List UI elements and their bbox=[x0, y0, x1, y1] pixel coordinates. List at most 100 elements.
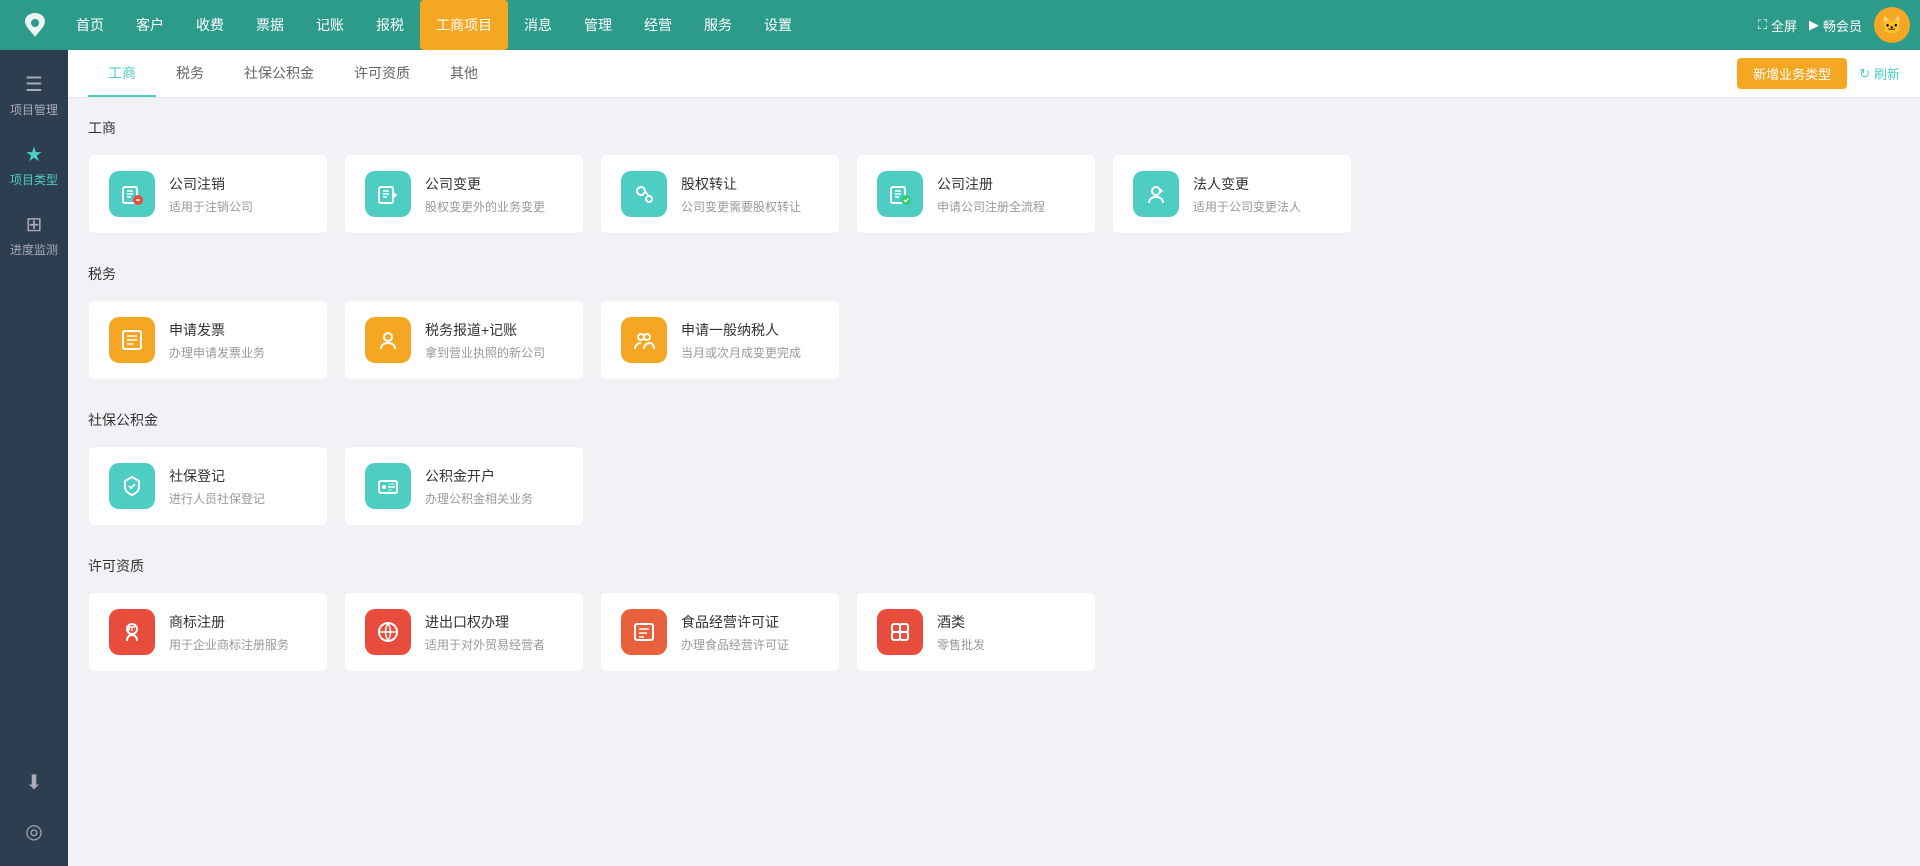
card-icon-equity-transfer bbox=[621, 171, 667, 217]
card-text-tax-report: 税务报道+记账 拿到营业执照的新公司 bbox=[425, 320, 545, 361]
section-title-gongshang: 工商 bbox=[88, 118, 1900, 138]
fullscreen-button[interactable]: ⛶ 全屏 bbox=[1758, 16, 1797, 35]
main-layout: ☰ 项目管理 ★ 项目类型 ⊞ 进度监测 ⬇ ◎ 工商 税务 社保公积金 bbox=[0, 50, 1920, 866]
card-taxpayer[interactable]: 申请一般纳税人 当月或次月成变更完成 bbox=[600, 300, 840, 380]
section-shebao: 社保公积金 社保登记 进行人员社保登记 bbox=[88, 410, 1900, 526]
section-gongshang: 工商 公司注销 适用于注销公 bbox=[88, 118, 1900, 234]
refresh-button[interactable]: ↻ 刷新 bbox=[1859, 64, 1900, 83]
card-icon-invoice bbox=[109, 317, 155, 363]
tab-zizhi[interactable]: 许可资质 bbox=[334, 50, 430, 97]
section-title-zizhi: 许可资质 bbox=[88, 556, 1900, 576]
card-title-social-insurance: 社保登记 bbox=[169, 466, 265, 486]
card-icon-trademark bbox=[109, 609, 155, 655]
card-food-license[interactable]: 食品经营许可证 办理食品经营许可证 bbox=[600, 592, 840, 672]
nav-service[interactable]: 服务 bbox=[688, 0, 748, 50]
card-title-legal-change: 法人变更 bbox=[1193, 174, 1301, 194]
nav-fee[interactable]: 收费 bbox=[180, 0, 240, 50]
card-equity-transfer[interactable]: 股权转让 公司变更需要股权转让 bbox=[600, 154, 840, 234]
sidebar-bottom: ⬇ ◎ bbox=[0, 758, 68, 866]
top-right: ⛶ 全屏 ▶ 畅会员 🐱 bbox=[1758, 7, 1910, 43]
card-desc-company-cancel: 适用于注销公司 bbox=[169, 198, 253, 215]
card-social-insurance[interactable]: 社保登记 进行人员社保登记 bbox=[88, 446, 328, 526]
tab-shebao[interactable]: 社保公积金 bbox=[224, 50, 334, 97]
mascot-icon: 🐱 bbox=[1881, 15, 1903, 36]
card-title-housing-fund: 公积金开户 bbox=[425, 466, 533, 486]
card-icon-import-export bbox=[365, 609, 411, 655]
card-desc-liquor: 零售批发 bbox=[937, 636, 985, 653]
card-desc-invoice: 办理申请发票业务 bbox=[169, 344, 265, 361]
card-title-company-cancel: 公司注销 bbox=[169, 174, 253, 194]
card-title-equity-transfer: 股权转让 bbox=[681, 174, 801, 194]
nav-customer[interactable]: 客户 bbox=[120, 0, 180, 50]
tab-actions: 新增业务类型 ↻ 刷新 bbox=[1737, 58, 1900, 89]
section-shuiwu: 税务 申请发票 办理申请发票业务 bbox=[88, 264, 1900, 380]
card-icon-company-change bbox=[365, 171, 411, 217]
card-text-company-change: 公司变更 股权变更外的业务变更 bbox=[425, 174, 545, 215]
cards-grid-shuiwu: 申请发票 办理申请发票业务 税务报道+记账 bbox=[88, 300, 1900, 380]
sidebar-label-project-manage: 项目管理 bbox=[10, 101, 58, 118]
card-company-cancel[interactable]: 公司注销 适用于注销公司 bbox=[88, 154, 328, 234]
card-housing-fund[interactable]: 公积金开户 办理公积金相关业务 bbox=[344, 446, 584, 526]
sidebar-item-project-type[interactable]: ★ 项目类型 bbox=[0, 130, 68, 200]
card-title-liquor: 酒类 bbox=[937, 612, 985, 632]
scroll-content[interactable]: 工商 公司注销 适用于注销公 bbox=[68, 98, 1920, 866]
card-icon-housing-fund bbox=[365, 463, 411, 509]
download-icon: ⬇ bbox=[26, 770, 43, 795]
card-title-company-register: 公司注册 bbox=[937, 174, 1045, 194]
card-legal-change[interactable]: 法人变更 适用于公司变更法人 bbox=[1112, 154, 1352, 234]
nav-operation[interactable]: 经营 bbox=[628, 0, 688, 50]
section-zizhi: 许可资质 商标注册 用于企业商标注册服务 bbox=[88, 556, 1900, 672]
section-title-shebao: 社保公积金 bbox=[88, 410, 1900, 430]
list-icon: ☰ bbox=[25, 72, 43, 97]
card-text-liquor: 酒类 零售批发 bbox=[937, 612, 985, 653]
card-icon-company-register bbox=[877, 171, 923, 217]
card-desc-social-insurance: 进行人员社保登记 bbox=[169, 490, 265, 507]
card-desc-company-change: 股权变更外的业务变更 bbox=[425, 198, 545, 215]
tab-shuiwu[interactable]: 税务 bbox=[156, 50, 224, 97]
sidebar-item-progress-monitor[interactable]: ⊞ 进度监测 bbox=[0, 200, 68, 270]
card-desc-trademark: 用于企业商标注册服务 bbox=[169, 636, 289, 653]
nav-home[interactable]: 首页 bbox=[60, 0, 120, 50]
card-import-export[interactable]: 进出口权办理 适用于对外贸易经营者 bbox=[344, 592, 584, 672]
sidebar-item-download[interactable]: ⬇ bbox=[0, 758, 68, 807]
card-text-company-register: 公司注册 申请公司注册全流程 bbox=[937, 174, 1045, 215]
card-liquor[interactable]: 酒类 零售批发 bbox=[856, 592, 1096, 672]
card-text-legal-change: 法人变更 适用于公司变更法人 bbox=[1193, 174, 1301, 215]
tab-other[interactable]: 其他 bbox=[430, 50, 498, 97]
card-company-register[interactable]: 公司注册 申请公司注册全流程 bbox=[856, 154, 1096, 234]
card-title-food-license: 食品经营许可证 bbox=[681, 612, 789, 632]
card-invoice[interactable]: 申请发票 办理申请发票业务 bbox=[88, 300, 328, 380]
card-company-change[interactable]: 公司变更 股权变更外的业务变更 bbox=[344, 154, 584, 234]
card-tax-report[interactable]: 税务报道+记账 拿到营业执照的新公司 bbox=[344, 300, 584, 380]
sidebar-item-location[interactable]: ◎ bbox=[0, 807, 68, 856]
nav-manage[interactable]: 管理 bbox=[568, 0, 628, 50]
card-title-tax-report: 税务报道+记账 bbox=[425, 320, 545, 340]
nav-bookkeeping[interactable]: 记账 bbox=[300, 0, 360, 50]
cards-grid-zizhi: 商标注册 用于企业商标注册服务 进出口权办理 bbox=[88, 592, 1900, 672]
card-desc-legal-change: 适用于公司变更法人 bbox=[1193, 198, 1301, 215]
card-icon-social-insurance bbox=[109, 463, 155, 509]
card-title-import-export: 进出口权办理 bbox=[425, 612, 545, 632]
tab-bar: 工商 税务 社保公积金 许可资质 其他 新增业务类型 ↻ 刷新 bbox=[68, 50, 1920, 98]
nav-bill[interactable]: 票据 bbox=[240, 0, 300, 50]
top-navigation: 首页 客户 收费 票据 记账 报税 工商项目 消息 管理 经营 服务 设置 ⛶ … bbox=[0, 0, 1920, 50]
cards-grid-gongshang: 公司注销 适用于注销公司 公司变 bbox=[88, 154, 1900, 234]
tabs: 工商 税务 社保公积金 许可资质 其他 bbox=[88, 50, 498, 97]
mascot-avatar[interactable]: 🐱 bbox=[1874, 7, 1910, 43]
card-desc-company-register: 申请公司注册全流程 bbox=[937, 198, 1045, 215]
nav-tax[interactable]: 报税 bbox=[360, 0, 420, 50]
card-title-invoice: 申请发票 bbox=[169, 320, 265, 340]
card-icon-company-cancel bbox=[109, 171, 155, 217]
card-desc-import-export: 适用于对外贸易经营者 bbox=[425, 636, 545, 653]
sidebar-item-project-manage[interactable]: ☰ 项目管理 bbox=[0, 60, 68, 130]
nav-settings[interactable]: 设置 bbox=[748, 0, 808, 50]
add-type-button[interactable]: 新增业务类型 bbox=[1737, 58, 1847, 89]
card-desc-equity-transfer: 公司变更需要股权转让 bbox=[681, 198, 801, 215]
vip-button[interactable]: ▶ 畅会员 bbox=[1809, 16, 1862, 35]
card-trademark[interactable]: 商标注册 用于企业商标注册服务 bbox=[88, 592, 328, 672]
card-icon-food-license bbox=[621, 609, 667, 655]
tab-gongshang[interactable]: 工商 bbox=[88, 50, 156, 97]
star-icon: ★ bbox=[25, 142, 43, 167]
nav-bizproject[interactable]: 工商项目 bbox=[420, 0, 508, 50]
nav-message[interactable]: 消息 bbox=[508, 0, 568, 50]
